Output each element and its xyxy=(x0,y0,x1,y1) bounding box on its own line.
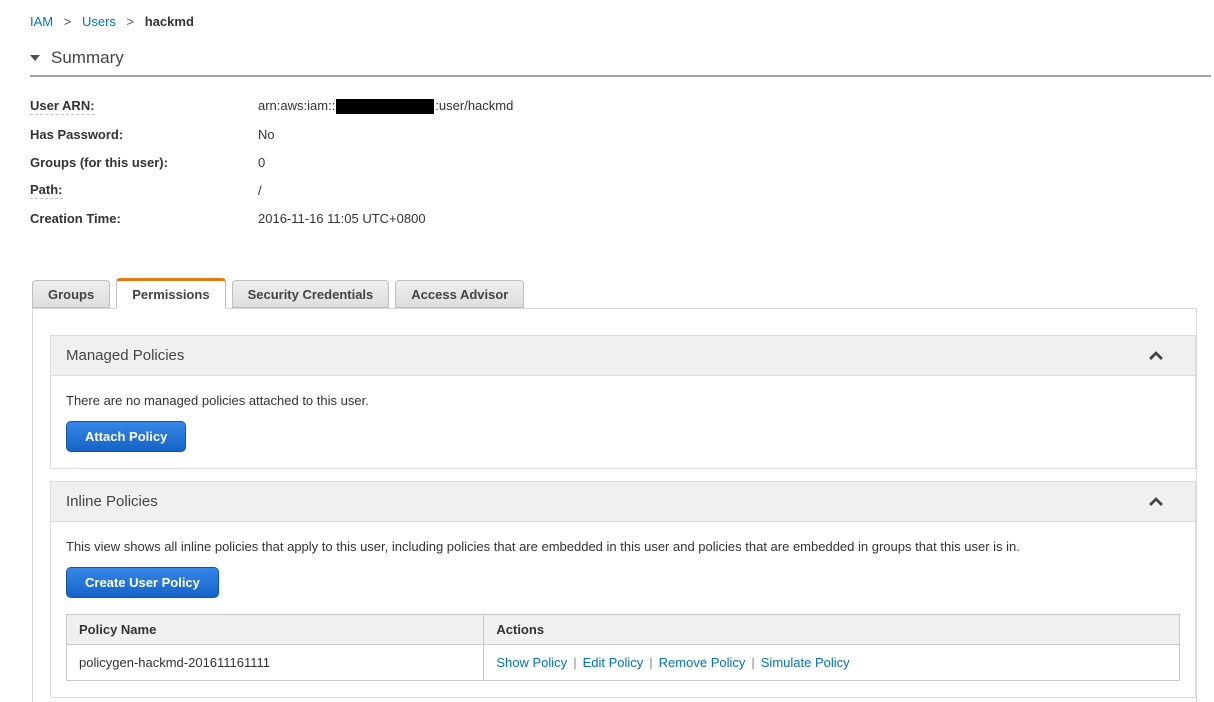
breadcrumb: IAM > Users > hackmd xyxy=(30,14,1214,29)
permissions-tab-panel: Managed Policies There are no managed po… xyxy=(32,308,1197,702)
summary-row-groups: Groups (for this user): 0 xyxy=(30,148,1214,176)
tab-permissions[interactable]: Permissions xyxy=(116,278,226,309)
user-arn-label: User ARN: xyxy=(30,98,258,115)
summary-section-toggle[interactable]: Summary xyxy=(30,48,1214,68)
action-separator: | xyxy=(751,655,755,670)
managed-policies-empty-message: There are no managed policies attached t… xyxy=(66,393,369,408)
has-password-value: No xyxy=(258,126,275,142)
groups-label: Groups (for this user): xyxy=(30,155,258,170)
user-arn-suffix: :user/hackmd xyxy=(435,97,514,113)
breadcrumb-separator: > xyxy=(63,14,72,29)
inline-policies-title: Inline Policies xyxy=(66,493,158,510)
show-policy-link[interactable]: Show Policy xyxy=(496,655,567,670)
summary-row-has-password: Has Password: No xyxy=(30,120,1214,148)
summary-divider xyxy=(30,75,1211,77)
managed-policies-body: There are no managed policies attached t… xyxy=(51,376,1195,468)
chevron-up-icon[interactable] xyxy=(1148,350,1164,366)
breadcrumb-current-user: hackmd xyxy=(144,14,194,29)
summary-row-user-arn: User ARN: arn:aws:iam:::user/hackmd xyxy=(30,92,1214,120)
action-separator: | xyxy=(573,655,577,670)
summary-row-creation-time: Creation Time: 2016-11-16 11:05 UTC+0800 xyxy=(30,204,1214,232)
groups-label-text: Groups (for this user): xyxy=(30,154,168,170)
table-header-row: Policy Name Actions xyxy=(65,614,1180,645)
tab-access-advisor[interactable]: Access Advisor xyxy=(395,280,525,308)
column-header-policy-name: Policy Name xyxy=(65,614,485,645)
policy-actions-cell: Show Policy | Edit Policy | Remove Policy | Si… xyxy=(483,644,1180,681)
summary-fields: User ARN: arn:aws:iam:::user/hackmd Has … xyxy=(30,92,1214,232)
path-label-text: Path: xyxy=(30,181,63,199)
user-arn-prefix: arn:aws:iam:: xyxy=(258,97,336,113)
redacted-account-id xyxy=(336,99,435,115)
summary-row-path: Path: / xyxy=(30,176,1214,204)
inline-policies-header[interactable]: Inline Policies xyxy=(51,482,1195,522)
managed-policies-title: Managed Policies xyxy=(66,347,185,364)
inline-policies-section: Inline Policies This view shows all inli… xyxy=(50,481,1196,698)
groups-value: 0 xyxy=(258,154,266,170)
tab-groups[interactable]: Groups xyxy=(32,280,111,308)
breadcrumb-separator: > xyxy=(126,14,135,29)
summary-title: Summary xyxy=(51,48,124,67)
tab-security-credentials[interactable]: Security Credentials xyxy=(231,280,390,308)
inline-policies-table: Policy Name Actions policygen-hackmd-201… xyxy=(65,614,1180,681)
triangle-down-icon xyxy=(30,55,40,61)
user-arn-label-text: User ARN: xyxy=(30,97,95,115)
creation-time-value: 2016-11-16 11:05 UTC+0800 xyxy=(258,210,426,226)
create-user-policy-button[interactable]: Create User Policy xyxy=(66,567,219,598)
inline-policies-body: This view shows all inline policies that… xyxy=(51,522,1195,697)
path-label: Path: xyxy=(30,182,258,199)
managed-policies-section: Managed Policies There are no managed po… xyxy=(50,335,1196,469)
path-value: / xyxy=(258,182,262,198)
edit-policy-link[interactable]: Edit Policy xyxy=(583,655,644,670)
has-password-label-text: Has Password: xyxy=(30,126,124,142)
simulate-policy-link[interactable]: Simulate Policy xyxy=(761,655,850,670)
breadcrumb-link-users[interactable]: Users xyxy=(82,14,116,29)
remove-policy-link[interactable]: Remove Policy xyxy=(659,655,746,670)
table-row: policygen-hackmd-201611161111 Show Polic… xyxy=(65,644,1180,681)
has-password-label: Has Password: xyxy=(30,127,258,142)
breadcrumb-link-iam[interactable]: IAM xyxy=(30,14,53,29)
column-header-actions: Actions xyxy=(483,614,1180,645)
managed-policies-header[interactable]: Managed Policies xyxy=(51,336,1195,376)
action-separator: | xyxy=(649,655,653,670)
policy-name-cell: policygen-hackmd-201611161111 xyxy=(65,644,485,681)
tab-bar: Groups Permissions Security Credentials … xyxy=(32,278,1214,309)
user-arn-value: arn:aws:iam:::user/hackmd xyxy=(258,97,514,115)
chevron-up-icon[interactable] xyxy=(1148,496,1164,512)
creation-time-label-text: Creation Time: xyxy=(30,210,121,226)
attach-policy-button[interactable]: Attach Policy xyxy=(66,421,187,452)
inline-policies-description: This view shows all inline policies that… xyxy=(66,539,1020,554)
creation-time-label: Creation Time: xyxy=(30,211,258,226)
